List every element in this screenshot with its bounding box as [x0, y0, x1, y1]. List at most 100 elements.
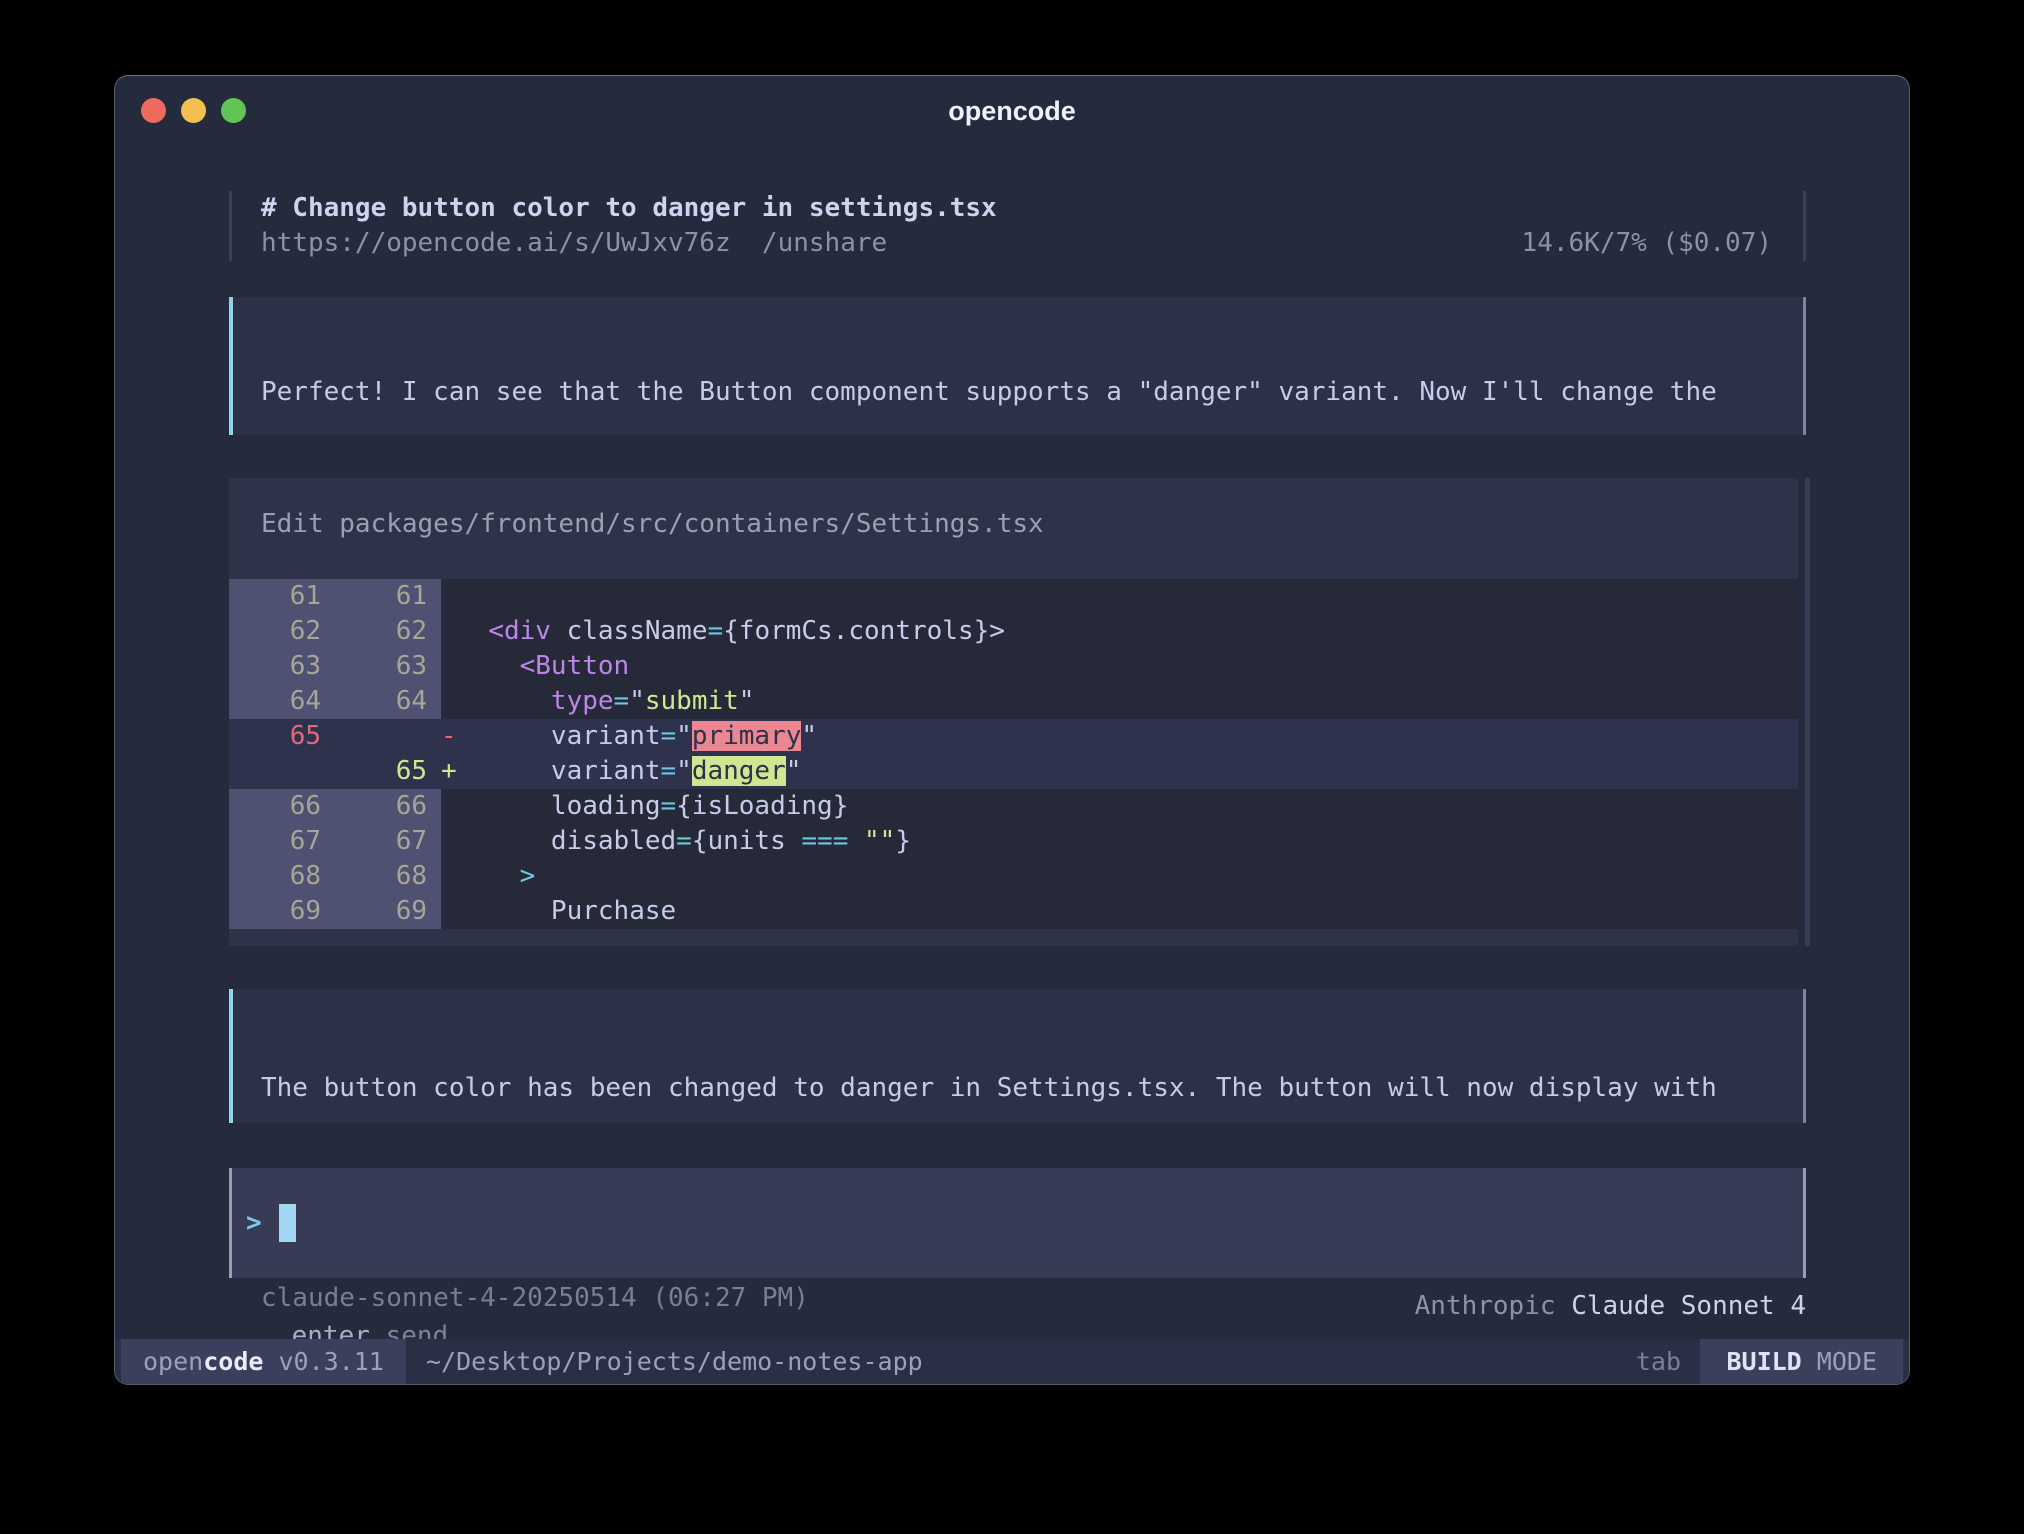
- diff-change-marker: +: [441, 754, 457, 789]
- diff-new-line-number: 65: [335, 754, 441, 789]
- code-token: =: [661, 721, 677, 751]
- code-token: [848, 826, 864, 856]
- diff-code-line: [457, 579, 1798, 614]
- diff-change-marker: [441, 789, 457, 824]
- edit-tool-title: Edit packages/frontend/src/containers/Se…: [261, 509, 1044, 539]
- code-token: ": [676, 721, 692, 751]
- code-token: }: [895, 826, 911, 856]
- diff-new-line-number: 69: [335, 894, 441, 929]
- assistant-message: Perfect! I can see that the Button compo…: [229, 297, 1806, 435]
- diff-change-marker: [441, 684, 457, 719]
- diff-row: 65+ variant="danger": [229, 754, 1798, 789]
- diff-old-line-number: [229, 754, 335, 789]
- code-token: primary: [692, 721, 802, 751]
- edit-tool-panel: Edit packages/frontend/src/containers/Se…: [229, 478, 1798, 946]
- diff-old-line-number: 68: [229, 859, 335, 894]
- code-token: className: [551, 616, 708, 646]
- session-share-line: https://opencode.ai/s/UwJxv76z /unshare: [261, 228, 887, 258]
- code-token: ": [676, 756, 692, 786]
- provider-name: Anthropic: [1415, 1291, 1572, 1321]
- diff-code-line: <Button: [457, 649, 1798, 684]
- window-title: opencode: [115, 96, 1909, 127]
- code-token: [457, 896, 551, 926]
- assistant-message: The button color has been changed to dan…: [229, 989, 1806, 1123]
- diff-row: 65 - variant="primary": [229, 719, 1798, 754]
- code-token: <div: [488, 616, 551, 646]
- diff-table: 61616262 <div className={formCs.controls…: [229, 579, 1798, 929]
- prompt-chevron-icon: >: [246, 1205, 262, 1241]
- diff-code-line: variant="primary": [457, 719, 1798, 754]
- app-version-segment: opencode v0.3.11: [121, 1339, 406, 1384]
- share-url: https://opencode.ai/s/UwJxv76z: [261, 228, 731, 258]
- code-token: submit: [645, 686, 739, 716]
- diff-old-line-number: 62: [229, 614, 335, 649]
- diff-change-marker: [441, 859, 457, 894]
- code-token: disabled: [551, 826, 676, 856]
- diff-code-line: loading={isLoading}: [457, 789, 1798, 824]
- diff-code-line: Purchase: [457, 894, 1798, 929]
- code-token: [457, 616, 488, 646]
- prompt-input[interactable]: >: [229, 1168, 1806, 1278]
- code-token: loading: [551, 791, 661, 821]
- diff-code-line: variant="danger": [457, 754, 1798, 789]
- diff-new-line-number: [335, 719, 441, 754]
- code-token: =: [707, 616, 723, 646]
- code-token: Purchase: [551, 896, 676, 926]
- code-token: [457, 826, 551, 856]
- diff-old-line-number: 61: [229, 579, 335, 614]
- diff-new-line-number: 63: [335, 649, 441, 684]
- model-indicator: Anthropic Claude Sonnet 4: [1415, 1291, 1806, 1321]
- diff-change-marker: [441, 649, 457, 684]
- token-usage: 14.6K/7% ($0.07): [1522, 228, 1772, 258]
- diff-row: 6464 type="submit": [229, 684, 1798, 719]
- diff-row: 6161: [229, 579, 1798, 614]
- code-token: [457, 861, 520, 891]
- diff-change-marker: -: [441, 719, 457, 754]
- code-token: ": [801, 721, 817, 751]
- diff-new-line-number: 61: [335, 579, 441, 614]
- model-name: Claude Sonnet 4: [1571, 1291, 1806, 1321]
- mode-indicator[interactable]: BUILD MODE: [1700, 1339, 1903, 1384]
- diff-row: 6868 >: [229, 859, 1798, 894]
- text-cursor: [279, 1204, 296, 1242]
- code-token: [457, 686, 551, 716]
- code-token: danger: [692, 756, 786, 786]
- code-token: {isLoading}: [676, 791, 848, 821]
- diff-row: 6363 <Button: [229, 649, 1798, 684]
- diff-row: 6262 <div className={formCs.controls}>: [229, 614, 1798, 649]
- diff-change-marker: [441, 894, 457, 929]
- tab-key-hint: tab: [1636, 1339, 1681, 1384]
- code-token: =: [661, 756, 677, 786]
- diff-new-line-number: 67: [335, 824, 441, 859]
- diff-old-line-number: 63: [229, 649, 335, 684]
- code-token: "": [864, 826, 895, 856]
- diff-code-line: <div className={formCs.controls}>: [457, 614, 1798, 649]
- code-token: [457, 756, 551, 786]
- session-header: # Change button color to danger in setti…: [229, 191, 1806, 261]
- app-window: opencode # Change button color to danger…: [114, 75, 1910, 1385]
- status-bar: opencode v0.3.11 ~/Desktop/Projects/demo…: [115, 1339, 1909, 1384]
- diff-old-line-number: 64: [229, 684, 335, 719]
- code-token: variant: [551, 756, 661, 786]
- edit-panel-scrollbar[interactable]: [1805, 478, 1810, 946]
- diff-change-marker: [441, 614, 457, 649]
- message-line: Perfect! I can see that the Button compo…: [261, 375, 1803, 410]
- code-token: =: [614, 686, 630, 716]
- diff-old-line-number: 65: [229, 719, 335, 754]
- diff-row: 6666 loading={isLoading}: [229, 789, 1798, 824]
- diff-code-line: >: [457, 859, 1798, 894]
- diff-old-line-number: 67: [229, 824, 335, 859]
- unshare-command: /unshare: [762, 228, 887, 258]
- diff-code-line: disabled={units === ""}: [457, 824, 1798, 859]
- session-title: # Change button color to danger in setti…: [261, 193, 997, 223]
- diff-new-line-number: 68: [335, 859, 441, 894]
- diff-row: 6767 disabled={units === ""}: [229, 824, 1798, 859]
- code-token: [457, 651, 520, 681]
- code-token: =: [661, 791, 677, 821]
- diff-new-line-number: 62: [335, 614, 441, 649]
- app-name: open: [143, 1347, 203, 1376]
- diff-new-line-number: 64: [335, 684, 441, 719]
- diff-old-line-number: 66: [229, 789, 335, 824]
- code-token: ": [629, 686, 645, 716]
- code-token: =: [676, 826, 692, 856]
